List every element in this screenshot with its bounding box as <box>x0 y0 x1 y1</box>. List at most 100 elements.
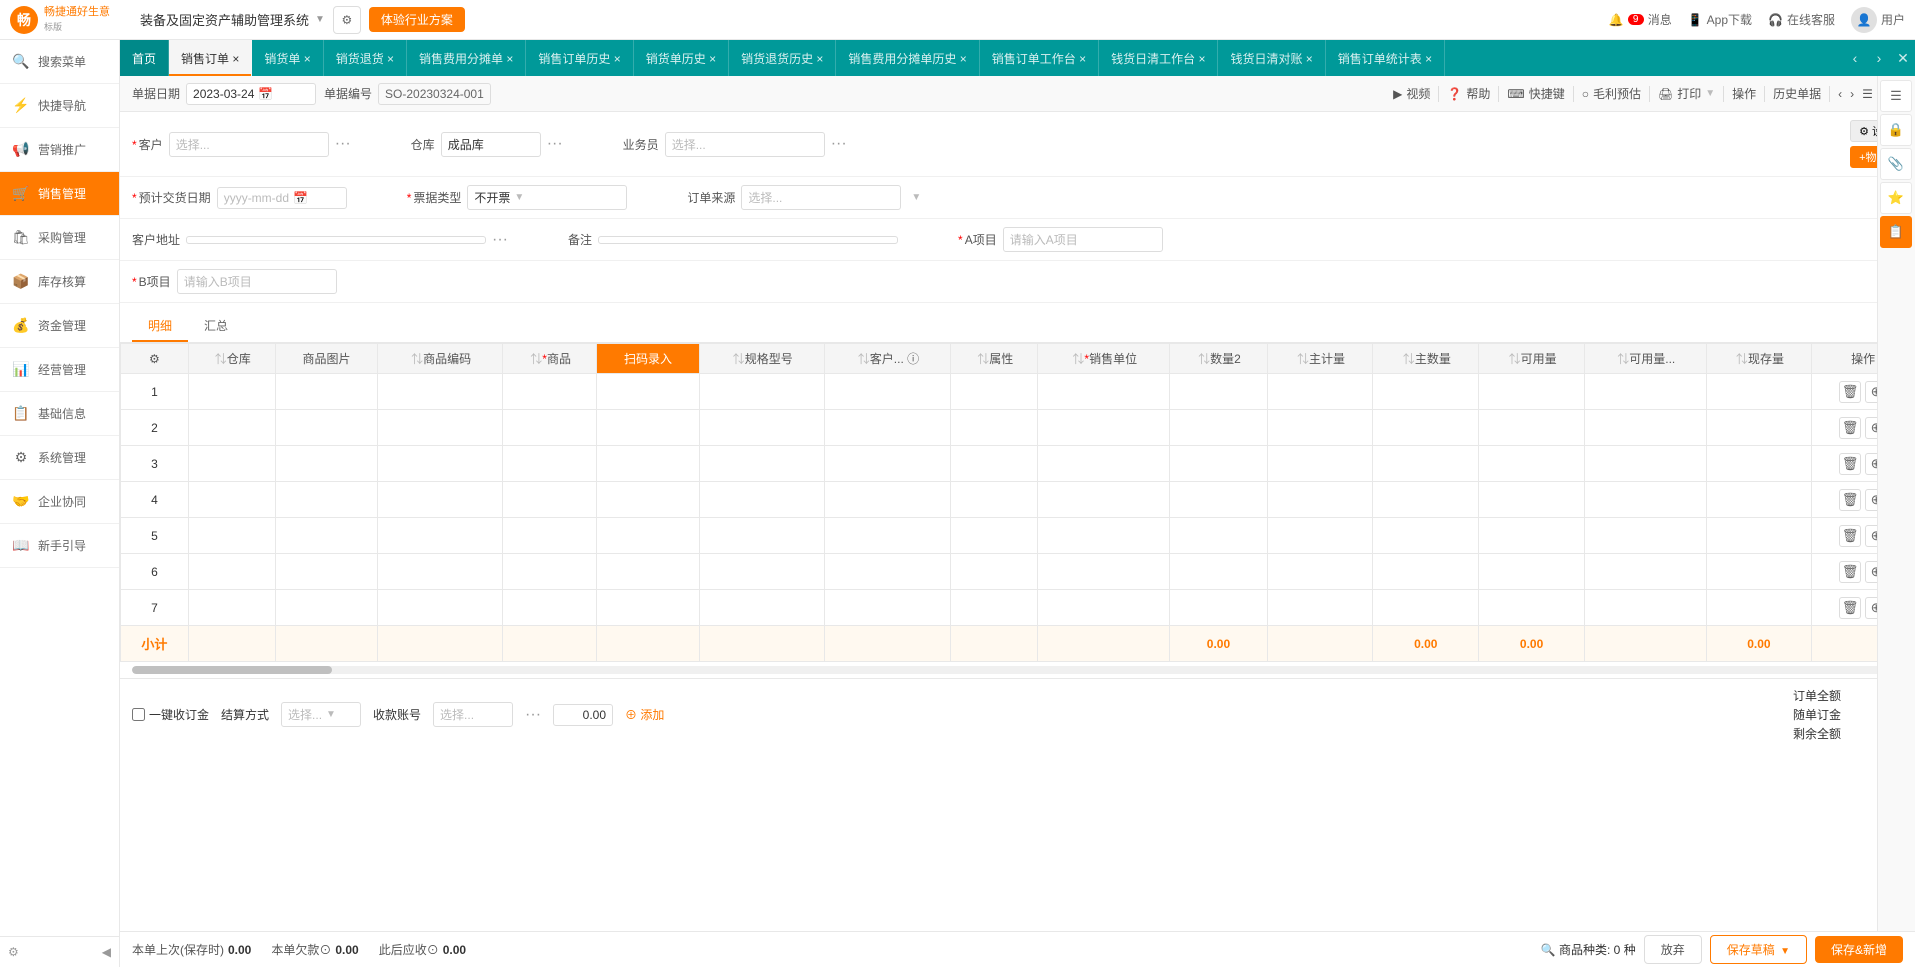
row-1-product[interactable] <box>503 374 597 410</box>
sort-spec-icon[interactable]: ⇅ <box>733 352 745 366</box>
row-2-product[interactable] <box>503 410 597 446</box>
row-7-avail2[interactable] <box>1584 590 1706 626</box>
row-3-avail2[interactable] <box>1584 446 1706 482</box>
row-1-code[interactable] <box>378 374 503 410</box>
horizontal-scrollbar[interactable] <box>132 666 1903 674</box>
row-6-avail2[interactable] <box>1584 554 1706 590</box>
row-6-delete-btn[interactable]: 🗑 <box>1839 561 1861 583</box>
tab-sales-stats[interactable]: 销售订单统计表 × <box>1326 40 1445 76</box>
row-1-delete-btn[interactable]: 🗑 <box>1839 381 1861 403</box>
row-2-avail2[interactable] <box>1584 410 1706 446</box>
row-6-mainqty[interactable] <box>1373 554 1479 590</box>
col-settings[interactable]: ⚙ <box>121 344 189 374</box>
row-1-warehouse[interactable] <box>188 374 275 410</box>
sidebar-item-inventory[interactable]: 📦 库存核算 <box>0 260 119 304</box>
sort-custcode-icon[interactable]: ⇅ <box>858 352 870 366</box>
sort-product-icon[interactable]: ⇅ <box>530 352 542 366</box>
tab-cash-workbench[interactable]: 钱货日清工作台 × <box>1099 40 1218 76</box>
row-5-spec[interactable] <box>699 518 824 554</box>
row-7-unit[interactable] <box>1038 590 1170 626</box>
help-btn[interactable]: ❓ 帮助 <box>1447 85 1490 102</box>
sort-warehouse-icon[interactable]: ⇅ <box>215 352 227 366</box>
tab-home[interactable]: 首页 <box>120 40 169 76</box>
history-btn[interactable]: 历史单据 <box>1773 85 1821 102</box>
sidebar-item-sales[interactable]: 🛒 销售管理 <box>0 172 119 216</box>
quick-checkout-label[interactable]: 一键收订金 <box>132 706 209 723</box>
row-5-unit[interactable] <box>1038 518 1170 554</box>
row-4-avail2[interactable] <box>1584 482 1706 518</box>
row-2-warehouse[interactable] <box>188 410 275 446</box>
messages-button[interactable]: 🔔 9 消息 <box>1609 11 1672 28</box>
row-3-stock[interactable] <box>1706 446 1812 482</box>
sidebar-collapse-icon[interactable]: ◀ <box>102 945 111 959</box>
row-7-spec[interactable] <box>699 590 824 626</box>
sidebar-item-finance[interactable]: 💰 资金管理 <box>0 304 119 348</box>
row-2-unit[interactable] <box>1038 410 1170 446</box>
row-7-attr[interactable] <box>951 590 1038 626</box>
row-3-avail[interactable] <box>1479 446 1585 482</box>
row-2-stock[interactable] <box>1706 410 1812 446</box>
tab-sales-invoice[interactable]: 销货单 × <box>252 40 323 76</box>
row-5-mainunit[interactable] <box>1267 518 1373 554</box>
row-3-custcode[interactable] <box>824 446 951 482</box>
row-2-mainqty[interactable] <box>1373 410 1479 446</box>
row-2-custcode[interactable] <box>824 410 951 446</box>
row-5-mainqty[interactable] <box>1373 518 1479 554</box>
row-2-code[interactable] <box>378 410 503 446</box>
row-5-code[interactable] <box>378 518 503 554</box>
invoice-select[interactable]: 不开票 ▼ <box>467 185 627 210</box>
user-button[interactable]: 👤 用户 <box>1851 7 1905 33</box>
tab-sales-return[interactable]: 销货退货 × <box>324 40 407 76</box>
row-2-mainunit[interactable] <box>1267 410 1373 446</box>
row-4-custcode[interactable] <box>824 482 951 518</box>
row-7-delete-btn[interactable]: 🗑 <box>1839 597 1861 619</box>
row-1-unit[interactable] <box>1038 374 1170 410</box>
tab-summary[interactable]: 汇总 <box>188 311 244 342</box>
next-record-btn[interactable]: › <box>1850 87 1854 101</box>
payment-method-select[interactable]: 选择... ▼ <box>281 702 361 727</box>
sidebar-item-system[interactable]: ⚙ 系统管理 <box>0 436 119 480</box>
amount-input[interactable]: 0.00 <box>553 704 613 726</box>
customer-input[interactable]: 选择... <box>169 132 329 157</box>
row-1-avail2[interactable] <box>1584 374 1706 410</box>
row-1-custcode[interactable] <box>824 374 951 410</box>
row-4-delete-btn[interactable]: 🗑 <box>1839 489 1861 511</box>
nav-close-button[interactable]: ✕ <box>1891 40 1915 76</box>
row-3-attr[interactable] <box>951 446 1038 482</box>
delivery-input[interactable]: yyyy-mm-dd 📅 <box>217 187 347 209</box>
row-4-attr[interactable] <box>951 482 1038 518</box>
save-new-button[interactable]: 保存&新增 <box>1815 936 1903 963</box>
row-1-avail[interactable] <box>1479 374 1585 410</box>
row-5-stock[interactable] <box>1706 518 1812 554</box>
warehouse-more-btn[interactable]: ··· <box>547 135 563 153</box>
warehouse-input[interactable]: 成品库 <box>441 132 541 157</box>
row-6-attr[interactable] <box>951 554 1038 590</box>
account-select[interactable]: 选择... <box>433 702 513 727</box>
profit-btn[interactable]: ○ 毛利预估 <box>1582 85 1641 102</box>
row-3-warehouse[interactable] <box>188 446 275 482</box>
staff-input[interactable]: 选择... <box>665 132 825 157</box>
row-3-mainqty[interactable] <box>1373 446 1479 482</box>
row-4-mainunit[interactable] <box>1267 482 1373 518</box>
row-3-delete-btn[interactable]: 🗑 <box>1839 453 1861 475</box>
row-3-unit[interactable] <box>1038 446 1170 482</box>
rp-btn-3[interactable]: 📎 <box>1880 148 1912 180</box>
row-3-mainunit[interactable] <box>1267 446 1373 482</box>
sidebar-item-enterprise[interactable]: 🤝 企业协同 <box>0 480 119 524</box>
b-project-input[interactable]: 请输入B项目 <box>177 269 337 294</box>
account-more-btn[interactable]: ··· <box>525 706 541 724</box>
sort-avail2-icon[interactable]: ⇅ <box>1617 352 1629 366</box>
row-7-warehouse[interactable] <box>188 590 275 626</box>
sidebar-item-search[interactable]: 🔍 搜索菜单 <box>0 40 119 84</box>
row-5-avail[interactable] <box>1479 518 1585 554</box>
row-6-unit[interactable] <box>1038 554 1170 590</box>
row-1-qty2[interactable] <box>1170 374 1267 410</box>
tab-order-history[interactable]: 销售订单历史 × <box>526 40 633 76</box>
row-4-avail[interactable] <box>1479 482 1585 518</box>
staff-more-btn[interactable]: ··· <box>831 135 847 153</box>
row-7-avail[interactable] <box>1479 590 1585 626</box>
add-payment-link[interactable]: ⊕ 添加 <box>625 706 664 723</box>
row-7-product[interactable] <box>503 590 597 626</box>
a-project-input[interactable]: 请输入A项目 <box>1003 227 1163 252</box>
sidebar-item-quick-nav[interactable]: ⚡ 快捷导航 <box>0 84 119 128</box>
